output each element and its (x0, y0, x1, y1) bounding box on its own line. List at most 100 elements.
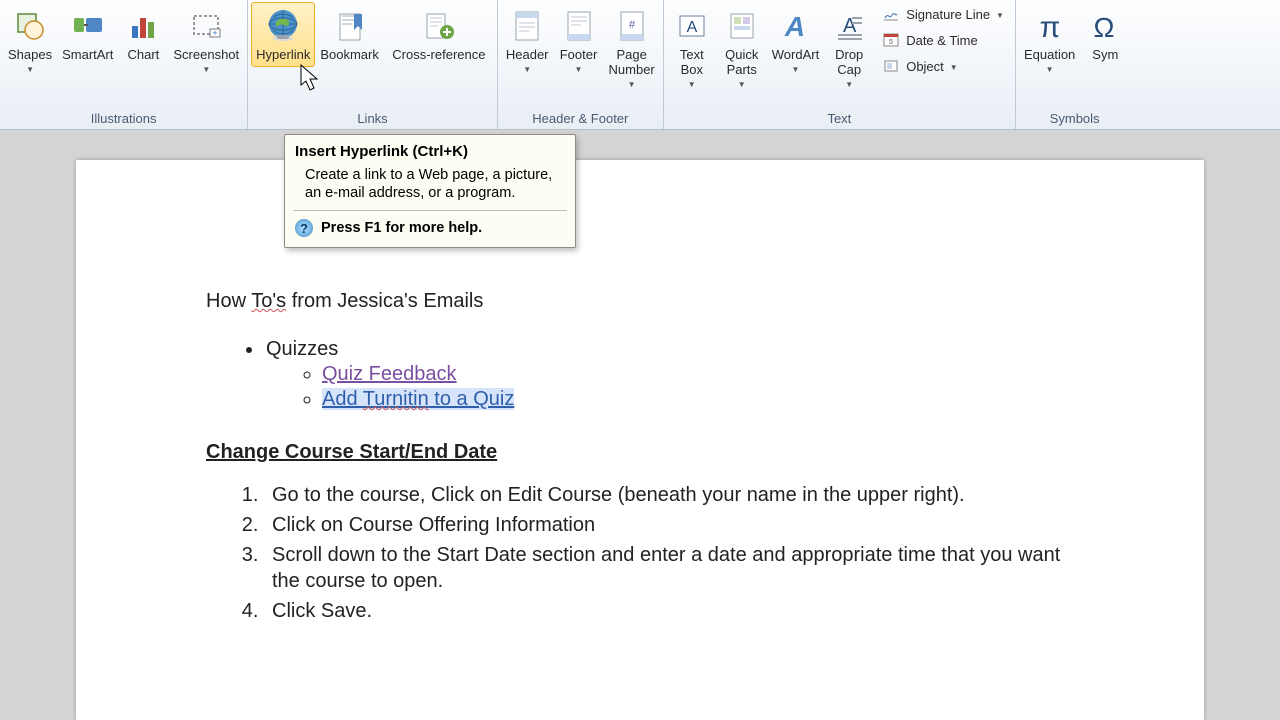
dropdown-arrow-icon: ▼ (1046, 65, 1054, 74)
pagenumber-button[interactable]: # Page Number ▼ (604, 2, 660, 93)
svg-text:Ω: Ω (1094, 12, 1115, 43)
list-item: Click Save. (264, 598, 1074, 624)
crossreference-label: Cross-reference (392, 48, 485, 63)
chart-icon (123, 6, 163, 46)
header-icon (507, 6, 547, 46)
header-button[interactable]: Header ▼ (501, 2, 554, 78)
spellcheck-squiggle: Turnitin (363, 388, 429, 410)
tooltip-help-text: Press F1 for more help. (321, 220, 482, 236)
group-text: A Text Box ▼ Quick Parts ▼ A WordArt ▼ (664, 0, 1016, 129)
group-label: Illustrations (3, 107, 244, 129)
symbol-label: Sym (1092, 48, 1118, 63)
equation-icon: π (1030, 6, 1070, 46)
textbox-label: Text Box (680, 48, 704, 78)
dropdown-arrow-icon: ▼ (738, 80, 746, 89)
group-links: Hyperlink Bookmark Cross-reference Links (248, 0, 498, 129)
quickparts-label: Quick Parts (725, 48, 758, 78)
document-area: How To's from Jessica's Emails Quizzes Q… (0, 130, 1280, 720)
equation-label: Equation (1024, 48, 1075, 63)
help-icon: ? (295, 219, 313, 237)
dropdown-arrow-icon: ▼ (845, 80, 853, 89)
smartart-button[interactable]: SmartArt (57, 2, 118, 67)
object-icon (882, 57, 900, 75)
dropdown-arrow-icon: ▼ (996, 11, 1004, 20)
svg-text:A: A (784, 11, 805, 42)
svg-text:#: # (629, 19, 636, 31)
svg-text:A: A (686, 19, 697, 36)
shapes-label: Shapes (8, 48, 52, 63)
hyperlink-button[interactable]: Hyperlink (251, 2, 315, 67)
steps-list: Go to the course, Click on Edit Course (… (206, 482, 1074, 624)
list-item: Quiz Feedback (322, 363, 1074, 386)
quickparts-button[interactable]: Quick Parts ▼ (717, 2, 767, 93)
group-label: Header & Footer (501, 107, 660, 129)
shapes-button[interactable]: Shapes ▼ (3, 2, 57, 78)
wordart-icon: A (775, 6, 815, 46)
list-item: Scroll down to the Start Date section an… (264, 542, 1074, 594)
list-item: Quizzes Quiz Feedback Add Turnitin to a … (264, 338, 1074, 411)
group-label: Links (251, 107, 494, 129)
quiz-feedback-link[interactable]: Quiz Feedback (322, 363, 457, 385)
datetime-button[interactable]: 5 Date & Time (880, 30, 1006, 50)
ribbon: Shapes ▼ SmartArt Chart + Screenshot (0, 0, 1280, 130)
quizzes-label: Quizzes (266, 338, 338, 360)
svg-text:π: π (1039, 11, 1060, 44)
page[interactable]: How To's from Jessica's Emails Quizzes Q… (76, 160, 1204, 720)
bookmark-icon (330, 6, 370, 46)
screenshot-button[interactable]: + Screenshot ▼ (168, 2, 244, 78)
doc-title: How To's from Jessica's Emails (206, 290, 1074, 313)
chart-button[interactable]: Chart (118, 2, 168, 67)
signature-icon (882, 5, 900, 23)
symbol-button[interactable]: Ω Sym (1080, 2, 1130, 67)
hyperlink-icon (263, 6, 303, 46)
smartart-label: SmartArt (62, 48, 113, 63)
chart-label: Chart (127, 48, 159, 63)
signature-label: Signature Line (906, 7, 990, 22)
group-label: Text (667, 107, 1012, 129)
dropcap-label: Drop Cap (835, 48, 863, 78)
dropdown-arrow-icon: ▼ (523, 65, 531, 74)
add-turnitin-link[interactable]: Add Turnitin to a Quiz (322, 388, 514, 410)
dropdown-arrow-icon: ▼ (628, 80, 636, 89)
object-label: Object (906, 59, 944, 74)
dropdown-arrow-icon: ▼ (575, 65, 583, 74)
list-item: Click on Course Offering Information (264, 512, 1074, 538)
screenshot-label: Screenshot (173, 48, 239, 63)
datetime-icon: 5 (882, 31, 900, 49)
list-item: Go to the course, Click on Edit Course (… (264, 482, 1074, 508)
footer-icon (559, 6, 599, 46)
header-label: Header (506, 48, 549, 63)
textbox-button[interactable]: A Text Box ▼ (667, 2, 717, 93)
crossreference-icon (419, 6, 459, 46)
svg-text:+: + (213, 28, 218, 38)
dropdown-arrow-icon: ▼ (792, 65, 800, 74)
group-header-footer: Header ▼ Footer ▼ # Page Number ▼ Header… (498, 0, 664, 129)
hyperlink-tooltip: Insert Hyperlink (Ctrl+K) Create a link … (284, 134, 576, 248)
dropcap-button[interactable]: A Drop Cap ▼ (824, 2, 874, 93)
section-heading: Change Course Start/End Date (206, 441, 1074, 464)
footer-button[interactable]: Footer ▼ (554, 2, 604, 78)
bookmark-button[interactable]: Bookmark (315, 2, 384, 67)
tooltip-help: ? Press F1 for more help. (295, 219, 565, 237)
group-label: Symbols (1019, 107, 1130, 129)
crossreference-button[interactable]: Cross-reference (384, 2, 494, 67)
hyperlink-label: Hyperlink (256, 48, 310, 63)
wordart-label: WordArt (772, 48, 819, 63)
tooltip-body: Create a link to a Web page, a picture, … (295, 166, 565, 202)
dropdown-arrow-icon: ▼ (26, 65, 34, 74)
signature-line-button[interactable]: Signature Line ▼ (880, 4, 1006, 24)
footer-label: Footer (560, 48, 598, 63)
symbol-icon: Ω (1085, 6, 1125, 46)
pagenumber-label: Page Number (609, 48, 655, 78)
dropdown-arrow-icon: ▼ (202, 65, 210, 74)
list-item: Add Turnitin to a Quiz (322, 388, 1074, 411)
spellcheck-squiggle: To's (251, 290, 286, 312)
dropcap-icon: A (829, 6, 869, 46)
equation-button[interactable]: π Equation ▼ (1019, 2, 1080, 78)
shapes-icon (10, 6, 50, 46)
wordart-button[interactable]: A WordArt ▼ (767, 2, 824, 78)
object-button[interactable]: Object ▼ (880, 56, 1006, 76)
quickparts-icon (722, 6, 762, 46)
dropdown-arrow-icon: ▼ (688, 80, 696, 89)
group-symbols: π Equation ▼ Ω Sym Symbols (1016, 0, 1133, 129)
